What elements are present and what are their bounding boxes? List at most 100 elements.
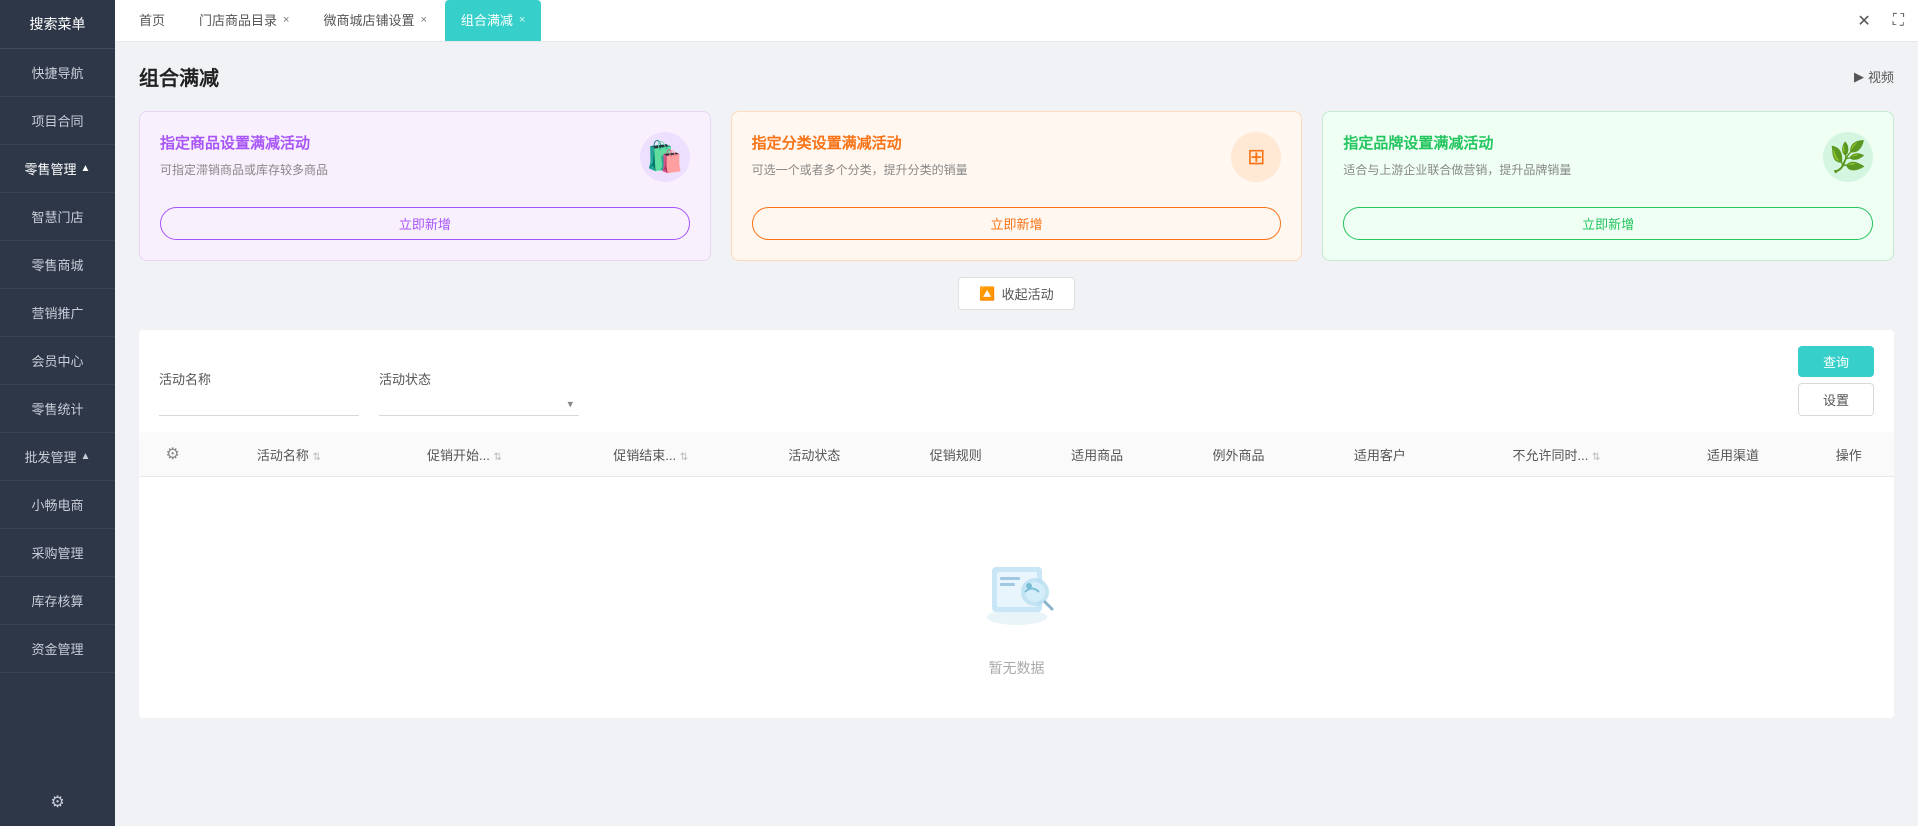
tab-actions: ✕ ⛶ — [1851, 7, 1910, 35]
query-button[interactable]: 查询 — [1798, 346, 1874, 377]
sidebar-item-marketing[interactable]: 营销推广 — [0, 289, 115, 337]
tab-combo-discount[interactable]: 组合满减 × — [445, 0, 541, 41]
col-promo-end[interactable]: 促销结束... ⇅ — [558, 432, 744, 477]
sidebar-item-label: 资金管理 — [31, 639, 83, 658]
product-card-add-button[interactable]: 立即新增 — [160, 207, 690, 240]
activity-name-label: 活动名称 — [159, 369, 359, 388]
search-label: 搜索菜单 — [30, 16, 86, 32]
filter-table-section: 活动名称 活动状态 进行中 已结束 未开始 ▾ — [139, 330, 1894, 718]
video-link[interactable]: ▶ 视频 — [1854, 67, 1894, 86]
sidebar-item-label: 会员中心 — [31, 351, 83, 370]
page-title: 组合满减 — [139, 62, 219, 91]
tab-label: 门店商品目录 — [199, 10, 277, 29]
col-promo-start[interactable]: 促销开始... ⇅ — [371, 432, 557, 477]
page-header: 组合满减 ▶ 视频 — [139, 62, 1894, 91]
empty-state: 暂无数据 — [139, 477, 1894, 718]
col-excluded-goods: 例外商品 — [1168, 432, 1309, 477]
sidebar-item-label: 营销推广 — [31, 303, 83, 322]
tab-bar: 首页 门店商品目录 × 微商城店铺设置 × 组合满减 × ✕ ⛶ — [115, 0, 1918, 42]
sort-icon: ⇅ — [680, 452, 688, 463]
col-applicable-channel: 适用渠道 — [1662, 432, 1803, 477]
empty-illustration — [967, 537, 1067, 658]
activity-status-group: 活动状态 进行中 已结束 未开始 ▾ — [379, 369, 579, 416]
brand-card-title: 指定品牌设置满减活动 — [1343, 132, 1873, 153]
table-header-row: ⚙ 活动名称 ⇅ 促销开始... ⇅ 促销结束... ⇅ — [139, 432, 1894, 477]
sidebar-item-purchase-mgmt[interactable]: 采购管理 — [0, 529, 115, 577]
sort-icon: ⇅ — [493, 452, 501, 463]
tab-wechat-store[interactable]: 微商城店铺设置 × — [307, 0, 442, 41]
brand-card-add-button[interactable]: 立即新增 — [1343, 207, 1873, 240]
activity-status-select-wrapper: 进行中 已结束 未开始 ▾ — [379, 392, 579, 416]
tab-store-catalog[interactable]: 门店商品目录 × — [183, 0, 305, 41]
collapse-button[interactable]: 🔼 收起活动 — [958, 277, 1074, 310]
col-activity-status: 活动状态 — [744, 432, 885, 477]
sidebar-item-label: 零售商城 — [31, 255, 83, 274]
data-table-section: ⚙ 活动名称 ⇅ 促销开始... ⇅ 促销结束... ⇅ — [139, 432, 1894, 718]
sidebar-item-wholesale-mgmt[interactable]: 批发管理 ▲ — [0, 433, 115, 481]
data-table: ⚙ 活动名称 ⇅ 促销开始... ⇅ 促销结束... ⇅ — [139, 432, 1894, 477]
sidebar-item-fund-mgmt[interactable]: 资金管理 — [0, 625, 115, 673]
category-card-title: 指定分类设置满减活动 — [752, 132, 1282, 153]
category-activity-card: 指定分类设置满减活动 ⊞ 可选一个或者多个分类，提升分类的销量 立即新增 — [731, 111, 1303, 261]
sidebar-search[interactable]: 搜索菜单 — [0, 0, 115, 49]
sidebar-item-xiaocha-ecom[interactable]: 小畅电商 — [0, 481, 115, 529]
sidebar-item-label: 项目合同 — [31, 111, 83, 130]
sidebar-item-retail-mgmt[interactable]: 零售管理 ▲ — [0, 145, 115, 193]
sort-icon: ⇅ — [313, 452, 321, 463]
filter-bar: 活动名称 活动状态 进行中 已结束 未开始 ▾ — [139, 330, 1894, 432]
sidebar-item-retail-stats[interactable]: 零售统计 — [0, 385, 115, 433]
collapse-bar: 🔼 收起活动 — [139, 277, 1894, 310]
filter-actions: 查询 设置 — [1798, 346, 1874, 416]
product-card-icon: 🛍️ — [640, 132, 690, 182]
sidebar-item-smart-store[interactable]: 智慧门店 — [0, 193, 115, 241]
empty-text: 暂无数据 — [989, 658, 1045, 678]
tab-label: 微商城店铺设置 — [323, 10, 414, 29]
category-card-desc: 可选一个或者多个分类，提升分类的销量 — [752, 161, 1282, 180]
expand-arrow-icon: ▲ — [81, 163, 91, 174]
col-activity-name-label: 活动名称 — [257, 448, 309, 463]
sort-icon: ⇅ — [1592, 452, 1600, 463]
sidebar-item-member-center[interactable]: 会员中心 — [0, 337, 115, 385]
sidebar-item-quick-nav[interactable]: 快捷导航 — [0, 49, 115, 97]
col-gear[interactable]: ⚙ — [139, 432, 206, 477]
expand-arrow-icon: ▲ — [81, 451, 91, 462]
sidebar-item-label: 零售管理 — [25, 159, 77, 178]
sidebar-item-label: 批发管理 — [25, 447, 77, 466]
category-card-add-button[interactable]: 立即新增 — [752, 207, 1282, 240]
sidebar-item-retail-mall[interactable]: 零售商城 — [0, 241, 115, 289]
brand-activity-card: 指定品牌设置满减活动 🌿 适合与上游企业联合做营销，提升品牌销量 立即新增 — [1322, 111, 1894, 261]
activity-status-select[interactable]: 进行中 已结束 未开始 — [379, 392, 579, 416]
main-area: 首页 门店商品目录 × 微商城店铺设置 × 组合满减 × ✕ ⛶ 组合满减 ▶ 视频 指定商… — [115, 0, 1918, 826]
col-no-simultaneous[interactable]: 不允许同时... ⇅ — [1451, 432, 1663, 477]
brand-card-desc: 适合与上游企业联合做营销，提升品牌销量 — [1343, 161, 1873, 180]
col-promo-rule: 促销规则 — [885, 432, 1026, 477]
collapse-icon: 🔼 — [979, 286, 995, 302]
activity-name-input[interactable] — [159, 392, 359, 416]
product-card-title: 指定商品设置满减活动 — [160, 132, 690, 153]
col-activity-name[interactable]: 活动名称 ⇅ — [206, 432, 371, 477]
tab-close-icon[interactable]: × — [420, 14, 426, 26]
sidebar-item-label: 零售统计 — [31, 399, 83, 418]
tab-home[interactable]: 首页 — [123, 0, 181, 41]
collapse-label: 收起活动 — [1002, 284, 1054, 303]
settings-icon: ⚙ — [50, 794, 64, 811]
play-icon: ▶ — [1854, 69, 1864, 85]
setting-button[interactable]: 设置 — [1798, 383, 1874, 416]
tab-label: 首页 — [139, 10, 165, 29]
brand-card-icon: 🌿 — [1823, 132, 1873, 182]
col-applicable-goods: 适用商品 — [1026, 432, 1167, 477]
col-applicable-customer: 适用客户 — [1309, 432, 1450, 477]
sidebar-settings[interactable]: ⚙ — [0, 778, 115, 826]
sidebar-item-label: 快捷导航 — [31, 63, 83, 82]
sidebar-item-inventory[interactable]: 库存核算 — [0, 577, 115, 625]
sidebar-item-label: 采购管理 — [31, 543, 83, 562]
video-label: 视频 — [1868, 67, 1894, 86]
close-window-button[interactable]: ✕ — [1851, 7, 1876, 35]
resize-window-button[interactable]: ⛶ — [1887, 8, 1910, 34]
tab-label: 组合满减 — [461, 10, 513, 29]
sidebar-item-project-contract[interactable]: 项目合同 — [0, 97, 115, 145]
product-card-desc: 可指定滞销商品或库存较多商品 — [160, 161, 690, 180]
sidebar-item-label: 小畅电商 — [31, 495, 83, 514]
tab-close-icon[interactable]: × — [283, 14, 289, 26]
tab-close-icon[interactable]: × — [519, 14, 525, 26]
